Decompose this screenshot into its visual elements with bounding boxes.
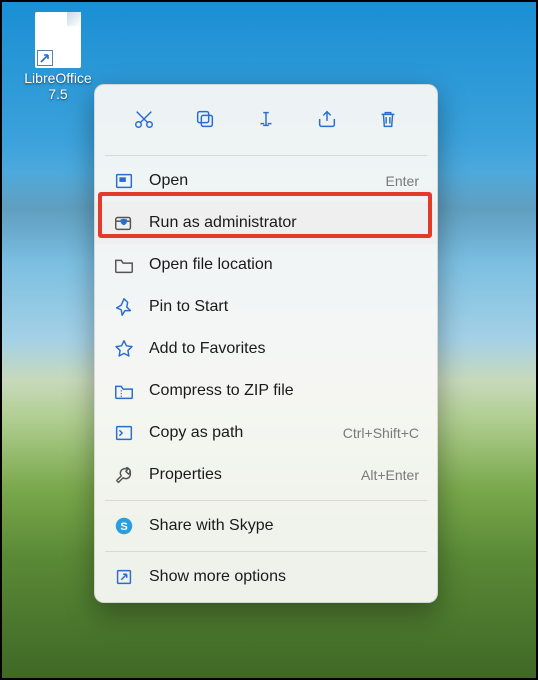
context-menu-list: Open Enter Run as administrator Open fil…	[95, 160, 437, 598]
copy-path-icon	[113, 422, 135, 444]
open-icon	[113, 170, 135, 192]
pin-icon	[113, 296, 135, 318]
context-menu-action-row	[95, 91, 437, 151]
menu-item-accelerator: Ctrl+Shift+C	[343, 425, 419, 441]
menu-item-label: Open file location	[149, 256, 419, 274]
menu-item-properties[interactable]: Properties Alt+Enter	[95, 454, 437, 496]
run-as-admin-icon	[113, 212, 135, 234]
rename-icon	[255, 108, 277, 130]
menu-item-label: Share with Skype	[149, 517, 419, 535]
menu-item-label: Open	[149, 172, 372, 190]
menu-item-compress-to-zip[interactable]: Compress to ZIP file	[95, 370, 437, 412]
menu-item-label: Compress to ZIP file	[149, 382, 419, 400]
star-icon	[113, 338, 135, 360]
menu-item-label: Show more options	[149, 568, 419, 586]
menu-item-open-file-location[interactable]: Open file location	[95, 244, 437, 286]
delete-button[interactable]	[368, 101, 408, 137]
expand-icon	[113, 566, 135, 588]
folder-icon	[113, 254, 135, 276]
cut-button[interactable]	[124, 101, 164, 137]
menu-item-run-as-administrator[interactable]: Run as administrator	[95, 202, 437, 244]
desktop-icon-libreoffice[interactable]: LibreOffice 7.5	[20, 12, 96, 102]
share-button[interactable]	[307, 101, 347, 137]
shortcut-arrow-icon	[37, 50, 53, 66]
desktop-icon-label: LibreOffice 7.5	[24, 70, 91, 102]
menu-item-label: Copy as path	[149, 424, 329, 442]
menu-item-open[interactable]: Open Enter	[95, 160, 437, 202]
wrench-icon	[113, 464, 135, 486]
menu-item-accelerator: Enter	[386, 173, 419, 189]
rename-button[interactable]	[246, 101, 286, 137]
menu-item-accelerator: Alt+Enter	[361, 467, 419, 483]
menu-separator	[105, 155, 427, 156]
menu-item-show-more-options[interactable]: Show more options	[95, 556, 437, 598]
menu-item-add-to-favorites[interactable]: Add to Favorites	[95, 328, 437, 370]
skype-icon: S	[113, 515, 135, 537]
copy-icon	[194, 108, 216, 130]
zip-folder-icon	[113, 380, 135, 402]
menu-separator	[105, 551, 427, 552]
share-icon	[316, 108, 338, 130]
context-menu: Open Enter Run as administrator Open fil…	[94, 84, 438, 603]
menu-item-label: Run as administrator	[149, 214, 405, 232]
trash-icon	[377, 108, 399, 130]
svg-text:S: S	[120, 521, 127, 533]
copy-button[interactable]	[185, 101, 225, 137]
scissors-icon	[133, 108, 155, 130]
menu-item-share-with-skype[interactable]: S Share with Skype	[95, 505, 437, 547]
menu-separator	[105, 500, 427, 501]
file-icon	[35, 12, 81, 68]
menu-item-label: Properties	[149, 466, 347, 484]
menu-item-label: Add to Favorites	[149, 340, 419, 358]
menu-item-pin-to-start[interactable]: Pin to Start	[95, 286, 437, 328]
menu-item-copy-as-path[interactable]: Copy as path Ctrl+Shift+C	[95, 412, 437, 454]
menu-item-label: Pin to Start	[149, 298, 419, 316]
